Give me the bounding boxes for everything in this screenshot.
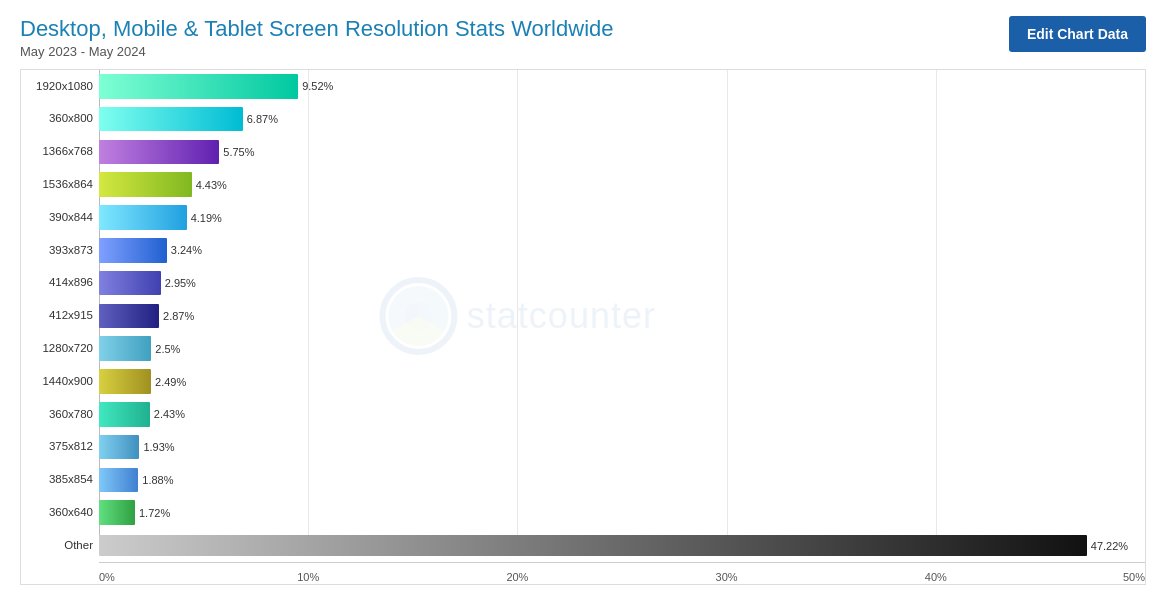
bar-wrapper: 4.43% bbox=[99, 168, 1145, 201]
bar bbox=[99, 271, 161, 296]
y-axis-label: 375x812 bbox=[21, 431, 99, 464]
chart-area: 1920x1080360x8001366x7681536x864390x8443… bbox=[20, 69, 1146, 585]
bar-value-label: 3.24% bbox=[171, 244, 202, 256]
x-axis: 0% 10% 20% 30% 40% 50% bbox=[99, 562, 1145, 584]
chart-inner: 1920x1080360x8001366x7681536x864390x8443… bbox=[21, 70, 1145, 562]
bar-row: 6.87% bbox=[99, 103, 1145, 136]
bar-row: 2.43% bbox=[99, 398, 1145, 431]
bar bbox=[99, 140, 219, 165]
bar-value-label: 2.5% bbox=[155, 343, 180, 355]
bar-wrapper: 2.49% bbox=[99, 365, 1145, 398]
x-axis-label: 30% bbox=[716, 567, 738, 583]
x-axis-label: 40% bbox=[925, 567, 947, 583]
y-axis-label: 414x896 bbox=[21, 267, 99, 300]
chart-title: Desktop, Mobile & Tablet Screen Resoluti… bbox=[20, 16, 613, 42]
bar-row: 2.5% bbox=[99, 332, 1145, 365]
bar-wrapper: 1.88% bbox=[99, 464, 1145, 497]
bar bbox=[99, 535, 1087, 556]
bar-row: 47.22% bbox=[99, 529, 1145, 562]
y-axis-label: 1536x864 bbox=[21, 168, 99, 201]
bar-value-label: 4.43% bbox=[196, 179, 227, 191]
bar-wrapper: 47.22% bbox=[99, 529, 1145, 562]
bar-wrapper: 1.72% bbox=[99, 496, 1145, 529]
chart-subtitle: May 2023 - May 2024 bbox=[20, 44, 613, 59]
title-block: Desktop, Mobile & Tablet Screen Resoluti… bbox=[20, 16, 613, 59]
bar-wrapper: 1.93% bbox=[99, 431, 1145, 464]
bar-wrapper: 2.95% bbox=[99, 267, 1145, 300]
edit-chart-data-button[interactable]: Edit Chart Data bbox=[1009, 16, 1146, 52]
bar bbox=[99, 468, 138, 493]
bar bbox=[99, 435, 139, 460]
bar bbox=[99, 172, 192, 197]
bar-wrapper: 3.24% bbox=[99, 234, 1145, 267]
bar-wrapper: 6.87% bbox=[99, 103, 1145, 136]
chart-header: Desktop, Mobile & Tablet Screen Resoluti… bbox=[20, 16, 1146, 59]
bar-value-label: 2.87% bbox=[163, 310, 194, 322]
bar-row: 9.52% bbox=[99, 70, 1145, 103]
bar bbox=[99, 500, 135, 525]
bar-value-label: 1.72% bbox=[139, 507, 170, 519]
y-axis-label: 1280x720 bbox=[21, 332, 99, 365]
bar-value-label: 47.22% bbox=[1091, 540, 1128, 552]
x-axis-label: 20% bbox=[506, 567, 528, 583]
bar-wrapper: 2.87% bbox=[99, 300, 1145, 333]
bar-wrapper: 2.5% bbox=[99, 332, 1145, 365]
bar-wrapper: 9.52% bbox=[99, 70, 1145, 103]
y-axis-label: 385x854 bbox=[21, 464, 99, 497]
y-axis-label: 1366x768 bbox=[21, 136, 99, 169]
bar-value-label: 1.88% bbox=[142, 474, 173, 486]
y-axis-label: 360x640 bbox=[21, 496, 99, 529]
y-axis-label: 360x800 bbox=[21, 103, 99, 136]
bar bbox=[99, 205, 187, 230]
bar-row: 1.72% bbox=[99, 496, 1145, 529]
bar-value-label: 5.75% bbox=[223, 146, 254, 158]
y-axis-label: 1920x1080 bbox=[21, 70, 99, 103]
bar-value-label: 1.93% bbox=[143, 441, 174, 453]
bar-value-label: 4.19% bbox=[191, 212, 222, 224]
bar bbox=[99, 304, 159, 329]
page-container: Desktop, Mobile & Tablet Screen Resoluti… bbox=[0, 0, 1166, 595]
y-axis-label: 1440x900 bbox=[21, 365, 99, 398]
y-axis-label: 412x915 bbox=[21, 300, 99, 333]
bar bbox=[99, 107, 243, 132]
bar bbox=[99, 336, 151, 361]
bar-row: 1.88% bbox=[99, 464, 1145, 497]
bar-wrapper: 5.75% bbox=[99, 136, 1145, 169]
y-axis-label: 390x844 bbox=[21, 201, 99, 234]
bar-row: 2.87% bbox=[99, 300, 1145, 333]
y-axis-label: 393x873 bbox=[21, 234, 99, 267]
bar-row: 1.93% bbox=[99, 431, 1145, 464]
bar-value-label: 2.43% bbox=[154, 408, 185, 420]
y-axis-label: 360x780 bbox=[21, 398, 99, 431]
x-axis-label: 0% bbox=[99, 567, 115, 583]
bar-row: 5.75% bbox=[99, 136, 1145, 169]
bar bbox=[99, 402, 150, 427]
x-axis-label: 50% bbox=[1123, 567, 1145, 583]
bar-value-label: 2.95% bbox=[165, 277, 196, 289]
bar bbox=[99, 74, 298, 99]
bars-container: 9.52% 6.87% 5.75% 4.43% 4.19% 3.24% 2.95% 2.87%… bbox=[99, 70, 1145, 562]
bar bbox=[99, 238, 167, 263]
bar-row: 4.19% bbox=[99, 201, 1145, 234]
bar-value-label: 9.52% bbox=[302, 80, 333, 92]
y-axis-label: Other bbox=[21, 529, 99, 562]
bar-row: 2.95% bbox=[99, 267, 1145, 300]
bar-row: 4.43% bbox=[99, 168, 1145, 201]
x-axis-label: 10% bbox=[297, 567, 319, 583]
bar-value-label: 2.49% bbox=[155, 376, 186, 388]
bar-wrapper: 4.19% bbox=[99, 201, 1145, 234]
bar-row: 2.49% bbox=[99, 365, 1145, 398]
bar bbox=[99, 369, 151, 394]
bars-and-grid: 9.52% 6.87% 5.75% 4.43% 4.19% 3.24% 2.95% 2.87%… bbox=[99, 70, 1145, 562]
bar-value-label: 6.87% bbox=[247, 113, 278, 125]
y-axis: 1920x1080360x8001366x7681536x864390x8443… bbox=[21, 70, 99, 562]
bar-wrapper: 2.43% bbox=[99, 398, 1145, 431]
bar-row: 3.24% bbox=[99, 234, 1145, 267]
